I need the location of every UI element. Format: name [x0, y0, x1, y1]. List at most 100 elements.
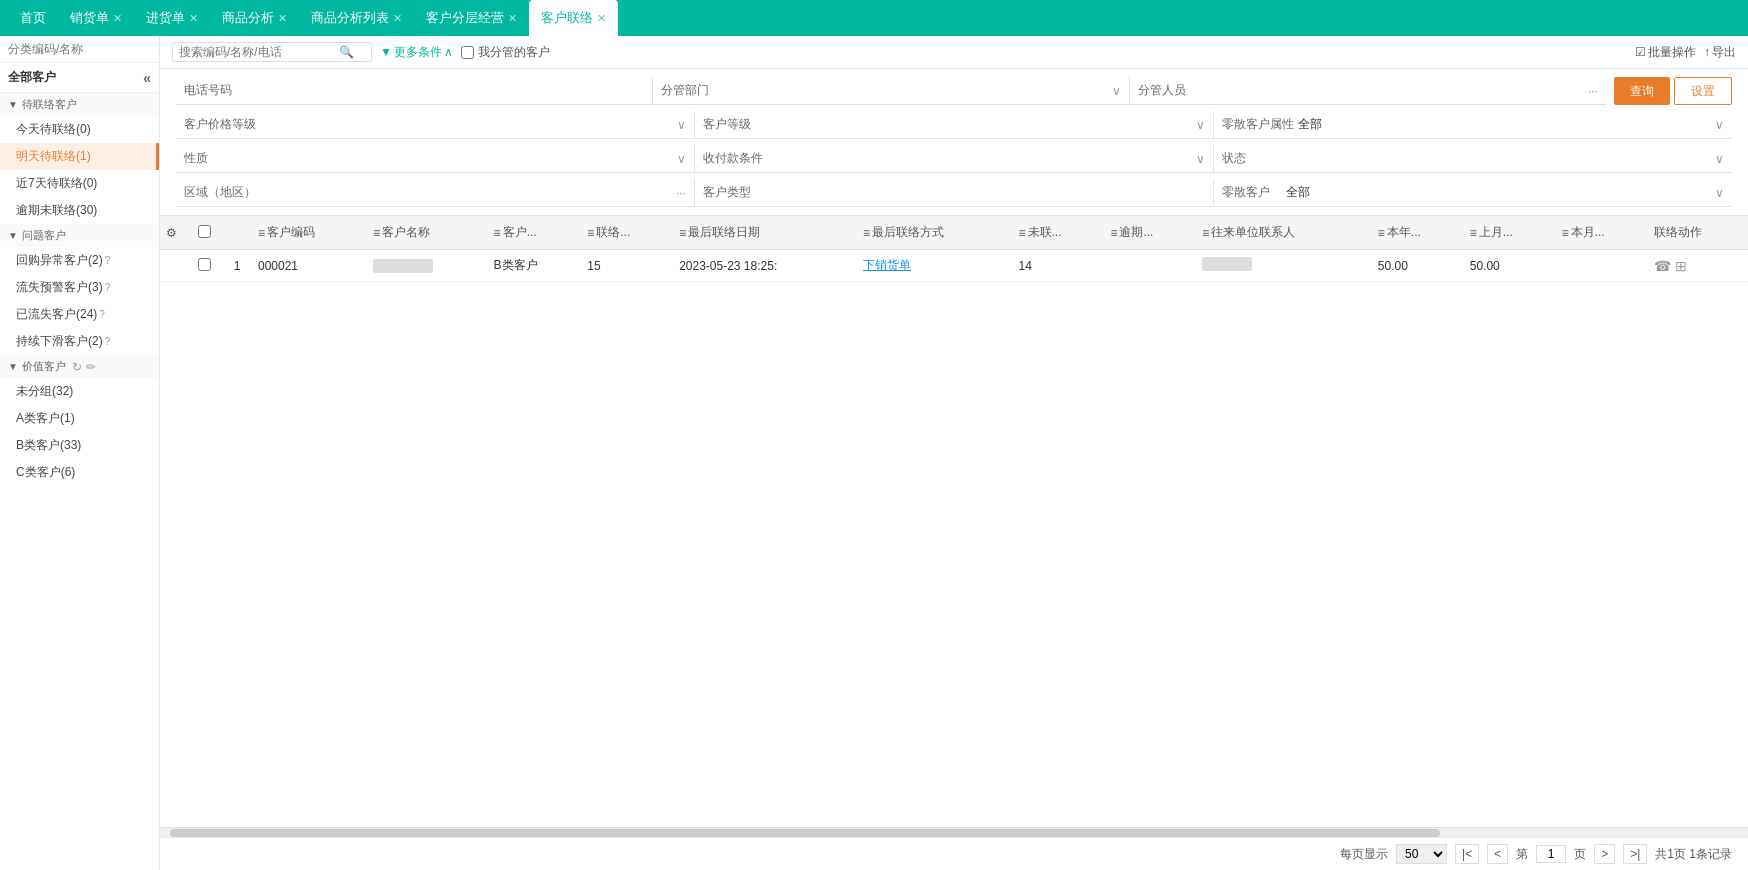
- table-last-month-th[interactable]: ≡ 上月...: [1464, 216, 1556, 250]
- filter-row-2: 客户价格等级 ∨ 客户等级 ∨ 零散客户属性 全部 ∨: [176, 111, 1732, 139]
- row-code[interactable]: 000021: [252, 250, 367, 282]
- sidebar-item-repurchase-abnormal[interactable]: 回购异常客户(2) ?: [0, 247, 159, 274]
- status-arrow-icon: ∨: [1715, 152, 1724, 166]
- person-dots-icon[interactable]: ···: [1588, 84, 1598, 98]
- refresh-icon[interactable]: ↻: [72, 360, 82, 374]
- sidebar-item-week-contact[interactable]: 近7天待联络(0): [0, 170, 159, 197]
- table-last-contact-method-th[interactable]: ≡ 最后联络方式: [857, 216, 1012, 250]
- customer-grade-arrow-icon: ∨: [1196, 118, 1205, 132]
- all-customers-header[interactable]: 全部客户 «: [0, 63, 159, 93]
- edit-icon[interactable]: ✏: [86, 360, 96, 374]
- close-product-analysis-icon[interactable]: ✕: [278, 12, 287, 25]
- per-page-select[interactable]: 50 100: [1396, 844, 1447, 864]
- my-customers-check[interactable]: [461, 46, 474, 59]
- table-last-contact-date-th[interactable]: ≡ 最后联络日期: [673, 216, 857, 250]
- table-contact-th[interactable]: ≡ 联络...: [581, 216, 673, 250]
- last-page-btn[interactable]: >|: [1623, 844, 1647, 864]
- row-qr-icon[interactable]: ⊞: [1675, 258, 1687, 274]
- nav-product-analysis-list[interactable]: 商品分析列表 ✕: [299, 0, 414, 36]
- close-sales-order-icon[interactable]: ✕: [113, 12, 122, 25]
- pending-contact-group[interactable]: ▼ 待联络客户: [0, 93, 159, 116]
- batch-ops-btn[interactable]: ☑ 批量操作: [1635, 44, 1696, 61]
- row-select-checkbox[interactable]: [198, 258, 211, 271]
- row-settings: [160, 250, 192, 282]
- filter-search-input[interactable]: [179, 45, 339, 59]
- more-conditions-btn[interactable]: ▼ 更多条件 ∧: [380, 44, 453, 61]
- sidebar-item-overdue-contact[interactable]: 逾期未联络(30): [0, 197, 159, 224]
- dept-filter: 分管部门 ∨: [653, 77, 1129, 105]
- table-overdue-th[interactable]: ≡ 逾期...: [1104, 216, 1196, 250]
- row-name[interactable]: [367, 250, 487, 282]
- next-page-btn[interactable]: >: [1594, 844, 1615, 864]
- table-settings-th[interactable]: ⚙: [160, 216, 192, 250]
- more-conditions-chevron: ∧: [444, 45, 453, 59]
- retail-attr-value[interactable]: 全部: [1298, 116, 1711, 133]
- prev-page-btn[interactable]: <: [1487, 844, 1508, 864]
- problem-customers-group[interactable]: ▼ 问题客户: [0, 224, 159, 247]
- close-product-analysis-list-icon[interactable]: ✕: [393, 12, 402, 25]
- sidebar-item-class-c[interactable]: C类客户(6): [0, 459, 159, 486]
- value-grade-filter: 客户价格等级 ∨: [176, 111, 694, 139]
- first-page-btn[interactable]: |<: [1455, 844, 1479, 864]
- payment-filter: 收付款条件 ∨: [695, 145, 1213, 173]
- nav-customer-contact[interactable]: 客户联络 ✕: [529, 0, 618, 36]
- retail-customer-value[interactable]: 全部: [1286, 184, 1711, 201]
- scrollbar-thumb[interactable]: [170, 829, 1440, 837]
- table-footer: 每页显示 50 100 |< < 第 页 > >| 共1页 1条记录: [160, 837, 1748, 870]
- nav-home[interactable]: 首页: [8, 9, 58, 27]
- sidebar-item-continuous-decline[interactable]: 持续下滑客户(2) ?: [0, 328, 159, 355]
- sidebar-item-tomorrow-contact[interactable]: 明天待联络(1): [0, 143, 159, 170]
- nav-customer-tier[interactable]: 客户分层经营 ✕: [414, 0, 529, 36]
- sidebar-item-ungrouped[interactable]: 未分组(32): [0, 378, 159, 405]
- value-customers-arrow: ▼: [8, 361, 18, 372]
- table-unit-contact-th[interactable]: ≡ 往来单位联系人: [1196, 216, 1371, 250]
- table-name-th[interactable]: ≡ 客户名称: [367, 216, 487, 250]
- table-type-th[interactable]: ≡ 客户...: [488, 216, 582, 250]
- row-phone-icon[interactable]: ☎: [1654, 258, 1671, 274]
- sidebar-item-already-lost[interactable]: 已流失客户(24) ?: [0, 301, 159, 328]
- nav-product-analysis[interactable]: 商品分析 ✕: [210, 0, 299, 36]
- page-input[interactable]: [1536, 845, 1566, 863]
- filter-right-actions: ☑ 批量操作 ↑ 导出: [1635, 44, 1736, 61]
- col-uc-sort-icon: ≡: [1202, 226, 1209, 240]
- close-customer-tier-icon[interactable]: ✕: [508, 12, 517, 25]
- close-purchase-order-icon[interactable]: ✕: [189, 12, 198, 25]
- horizontal-scrollbar[interactable]: [160, 827, 1748, 837]
- region-dots-icon[interactable]: ···: [676, 186, 686, 200]
- repurchase-help-icon: ?: [105, 255, 111, 266]
- retail-attr-filter: 零散客户属性 全部 ∨: [1214, 111, 1732, 139]
- row-checkbox[interactable]: [192, 250, 222, 282]
- table-code-th[interactable]: ≡ 客户编码: [252, 216, 367, 250]
- row-no-contact: 14: [1012, 250, 1104, 282]
- table-no-contact-th[interactable]: ≡ 未联...: [1012, 216, 1104, 250]
- close-customer-contact-icon[interactable]: ✕: [597, 12, 606, 25]
- row-last-contact-method[interactable]: 下销货单: [857, 250, 1012, 282]
- select-all-checkbox[interactable]: [198, 225, 211, 238]
- query-button[interactable]: 查询: [1614, 77, 1670, 105]
- value-customers-group[interactable]: ▼ 价值客户 ↻ ✏: [0, 355, 159, 378]
- sidebar-item-lost-warning[interactable]: 流失预警客户(3) ?: [0, 274, 159, 301]
- all-customers-label: 全部客户: [8, 69, 56, 86]
- dept-arrow-icon: ∨: [1112, 84, 1121, 98]
- table-checkbox-th[interactable]: [192, 216, 222, 250]
- customer-grade-label: 客户等级: [703, 116, 763, 133]
- sidebar-search-input[interactable]: [8, 42, 158, 56]
- value-grade-label: 客户价格等级: [184, 116, 256, 133]
- col-lcm-sort-icon: ≡: [863, 226, 870, 240]
- export-btn[interactable]: ↑ 导出: [1704, 44, 1736, 61]
- filter-search-icon[interactable]: 🔍: [339, 45, 354, 59]
- table-this-year-th[interactable]: ≡ 本年...: [1372, 216, 1464, 250]
- sidebar-item-today-contact[interactable]: 今天待联络(0): [0, 116, 159, 143]
- sidebar-item-class-b[interactable]: B类客户(33): [0, 432, 159, 459]
- nav-purchase-order[interactable]: 进货单 ✕: [134, 0, 210, 36]
- page-label: 第: [1516, 846, 1528, 863]
- my-customers-checkbox[interactable]: 我分管的客户: [461, 44, 550, 61]
- sidebar-item-class-a[interactable]: A类客户(1): [0, 405, 159, 432]
- row-actions: ☎ ⊞: [1648, 250, 1748, 282]
- nav-sales-order[interactable]: 销货单 ✕: [58, 0, 134, 36]
- sidebar-collapse-icon[interactable]: «: [143, 70, 151, 86]
- col-lm-sort-icon: ≡: [1470, 226, 1477, 240]
- filter-row-4: 区域（地区） ··· 客户类型 零散客户 全部 ∨: [176, 179, 1732, 207]
- reset-button[interactable]: 设置: [1674, 77, 1732, 105]
- table-this-month-th[interactable]: ≡ 本月...: [1556, 216, 1648, 250]
